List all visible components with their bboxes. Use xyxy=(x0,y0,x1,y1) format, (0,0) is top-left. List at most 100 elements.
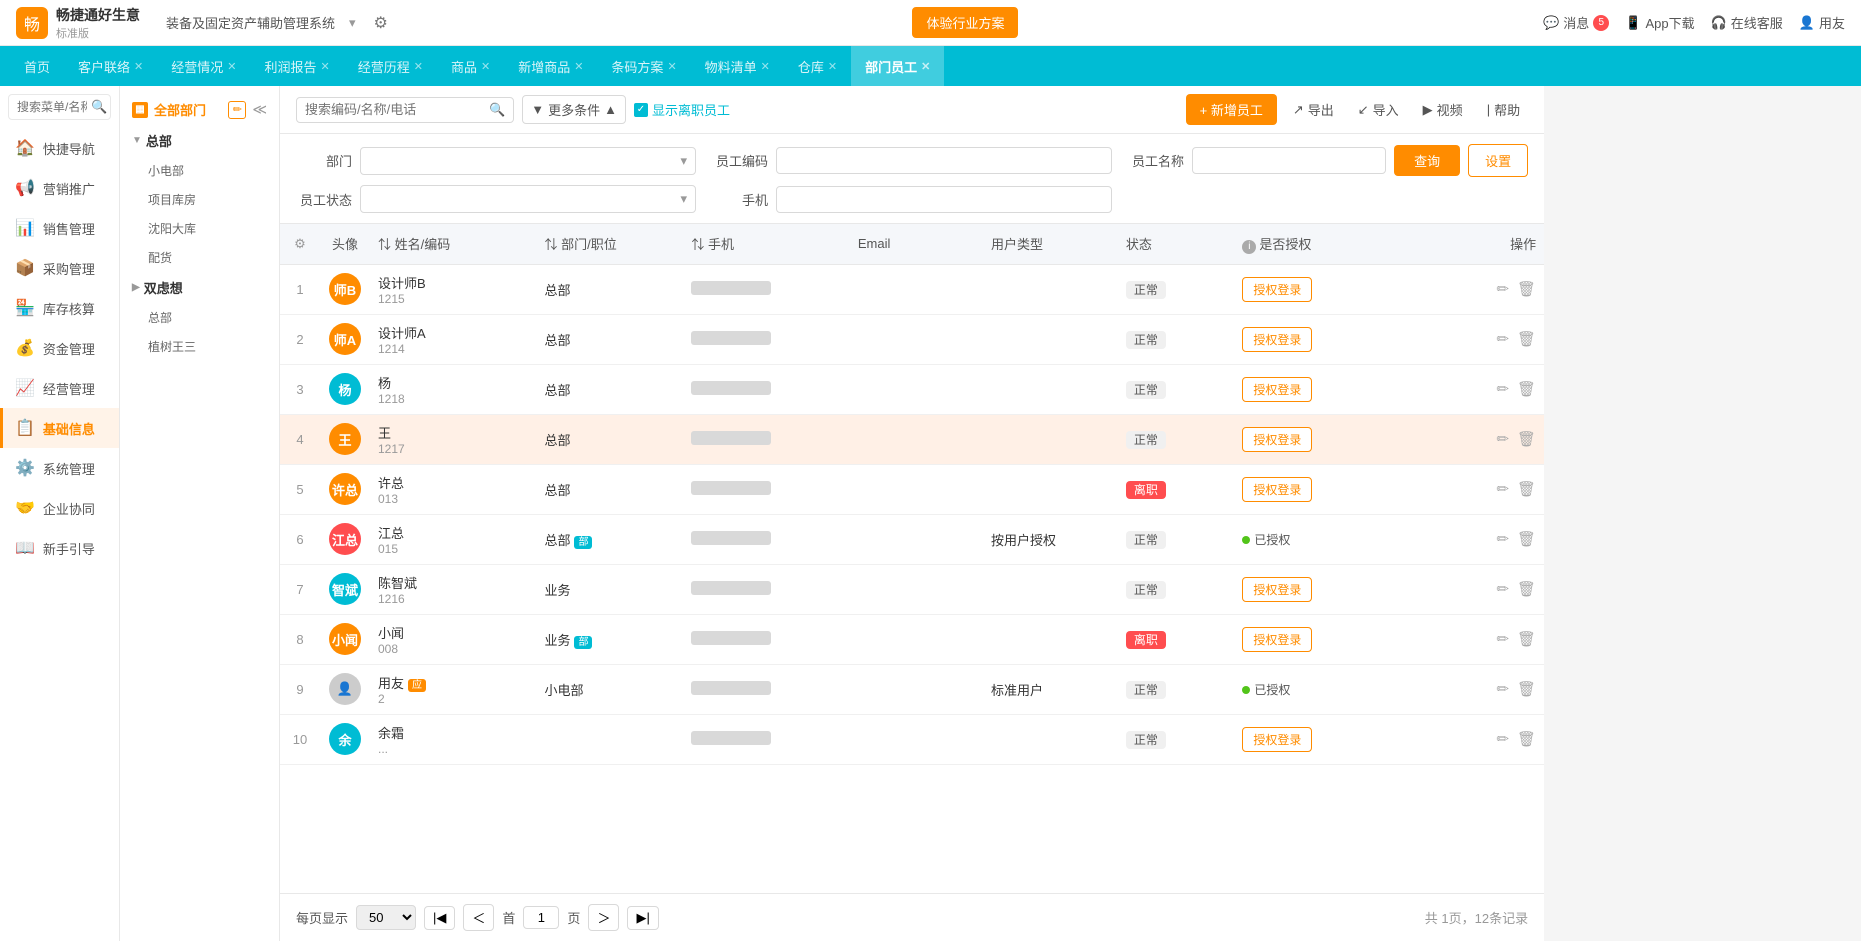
help-button[interactable]: | 帮助 xyxy=(1479,96,1528,123)
dept-item-xiaodian[interactable]: 小电部 xyxy=(120,156,279,185)
nav-tab-dept-staff[interactable]: 部门员工 ✕ xyxy=(851,46,944,86)
delete-icon[interactable]: 🗑 xyxy=(1517,680,1536,698)
sidebar-item-operations[interactable]: 📈 经营管理 xyxy=(0,368,119,408)
nav-tab-goods[interactable]: 商品 ✕ xyxy=(437,46,504,86)
app-download-area[interactable]: 📱 App下载 xyxy=(1625,13,1694,32)
edit-icon[interactable]: ✏ xyxy=(1496,380,1509,398)
auth-login-button[interactable]: 授权登录 xyxy=(1242,377,1312,402)
page-number-input[interactable] xyxy=(523,906,559,929)
nav-tab-profit[interactable]: 利润报告 ✕ xyxy=(250,46,343,86)
delete-icon[interactable]: 🗑 xyxy=(1517,530,1536,548)
edit-icon[interactable]: ✏ xyxy=(1496,530,1509,548)
next-page-button[interactable]: ＞ xyxy=(588,904,619,931)
nav-tab-bom[interactable]: 物料清单 ✕ xyxy=(691,46,784,86)
edit-icon[interactable]: ✏ xyxy=(1496,680,1509,698)
page-size-select[interactable]: 50 20 100 xyxy=(356,905,416,930)
search-button[interactable]: 查询 xyxy=(1394,145,1460,176)
auth-login-button[interactable]: 授权登录 xyxy=(1242,327,1312,352)
sidebar-item-inventory[interactable]: 🏪 库存核算 xyxy=(0,288,119,328)
sidebar-item-purchase[interactable]: 📦 采购管理 xyxy=(0,248,119,288)
export-button[interactable]: ↗ 导出 xyxy=(1285,96,1342,123)
dept-item-zongbu[interactable]: 总部 xyxy=(120,303,279,332)
close-icon[interactable]: ✕ xyxy=(321,60,330,73)
sort-icon[interactable]: ⇅ xyxy=(378,237,391,252)
empcode-filter-input[interactable] xyxy=(776,147,1112,174)
nav-tab-warehouse[interactable]: 仓库 ✕ xyxy=(784,46,851,86)
delete-icon[interactable]: 🗑 xyxy=(1517,630,1536,648)
nav-tab-home[interactable]: 首页 xyxy=(10,46,64,86)
nav-tab-customer[interactable]: 客户联络 ✕ xyxy=(64,46,157,86)
delete-icon[interactable]: 🗑 xyxy=(1517,280,1536,298)
online-service-area[interactable]: 🎧 在线客服 xyxy=(1711,13,1783,32)
phone-filter-input[interactable] xyxy=(776,186,1112,213)
nav-tab-new-goods[interactable]: 新增商品 ✕ xyxy=(504,46,597,86)
gear-settings-icon[interactable]: ⚙ xyxy=(374,13,388,33)
dept-item-zhishu[interactable]: 植树王三 xyxy=(120,332,279,361)
delete-icon[interactable]: 🗑 xyxy=(1517,430,1536,448)
sidebar-item-guide[interactable]: 📖 新手引导 xyxy=(0,528,119,568)
edit-icon[interactable]: ✏ xyxy=(1496,730,1509,748)
close-icon[interactable]: ✕ xyxy=(227,60,236,73)
last-page-button[interactable]: ▶| xyxy=(627,906,658,930)
add-employee-button[interactable]: + 新增员工 xyxy=(1186,94,1277,125)
try-industry-button[interactable]: 体验行业方案 xyxy=(912,7,1018,38)
edit-icon[interactable]: ✏ xyxy=(1496,280,1509,298)
nav-tab-barcode[interactable]: 条码方案 ✕ xyxy=(597,46,690,86)
prev-page-button[interactable]: ＜ xyxy=(463,904,494,931)
dept-item-shenyang[interactable]: 沈阳大库 xyxy=(120,214,279,243)
dept-edit-icon[interactable]: ✏ xyxy=(228,101,246,119)
close-icon[interactable]: ✕ xyxy=(828,60,837,73)
search-input[interactable] xyxy=(305,102,485,117)
sidebar-item-collab[interactable]: 🤝 企业协同 xyxy=(0,488,119,528)
dept-group-headquarters[interactable]: ▼ 总部 xyxy=(120,125,279,156)
sidebar-item-basicinfo[interactable]: 📋 基础信息 xyxy=(0,408,119,448)
edit-icon[interactable]: ✏ xyxy=(1496,330,1509,348)
more-filter-button[interactable]: ▼ 更多条件 ▲ xyxy=(522,95,626,124)
close-icon[interactable]: ✕ xyxy=(921,60,930,73)
empname-filter-input[interactable] xyxy=(1192,147,1386,174)
edit-icon[interactable]: ✏ xyxy=(1496,580,1509,598)
close-icon[interactable]: ✕ xyxy=(414,60,423,73)
dropdown-arrow-icon[interactable]: ▾ xyxy=(349,15,356,31)
delete-icon[interactable]: 🗑 xyxy=(1517,580,1536,598)
close-icon[interactable]: ✕ xyxy=(134,60,143,73)
message-icon-area[interactable]: 💬 消息 5 xyxy=(1543,13,1609,32)
close-icon[interactable]: ✕ xyxy=(574,60,583,73)
edit-icon[interactable]: ✏ xyxy=(1496,430,1509,448)
dept-group-doublelv[interactable]: ▶ 双虑想 xyxy=(120,272,279,303)
show-resign-checkbox[interactable]: ✓ 显示离职员工 xyxy=(634,100,730,119)
dept-item-distribution[interactable]: 配货 xyxy=(120,243,279,272)
close-icon[interactable]: ✕ xyxy=(481,60,490,73)
auth-login-button[interactable]: 授权登录 xyxy=(1242,477,1312,502)
dept-item-project[interactable]: 项目库房 xyxy=(120,185,279,214)
edit-icon[interactable]: ✏ xyxy=(1496,480,1509,498)
delete-icon[interactable]: 🗑 xyxy=(1517,730,1536,748)
nav-tab-history[interactable]: 经营历程 ✕ xyxy=(344,46,437,86)
dept-collapse-icon[interactable]: ≪ xyxy=(252,101,267,119)
nav-tab-operation[interactable]: 经营情况 ✕ xyxy=(157,46,250,86)
settings-icon[interactable]: ⚙ xyxy=(294,236,306,251)
auth-login-button[interactable]: 授权登录 xyxy=(1242,427,1312,452)
sidebar-item-quicknav[interactable]: 🏠 快捷导航 xyxy=(0,128,119,168)
view-button[interactable]: ▶ 视频 xyxy=(1415,96,1471,123)
first-page-button[interactable]: |◀ xyxy=(424,906,455,930)
dept-filter-select[interactable]: ▾ xyxy=(360,147,696,175)
sidebar-item-marketing[interactable]: 📢 营销推广 xyxy=(0,168,119,208)
close-icon[interactable]: ✕ xyxy=(667,60,676,73)
auth-login-button[interactable]: 授权登录 xyxy=(1242,627,1312,652)
delete-icon[interactable]: 🗑 xyxy=(1517,330,1536,348)
sidebar-search-input[interactable] xyxy=(17,100,87,114)
sidebar-item-finance[interactable]: 💰 资金管理 xyxy=(0,328,119,368)
delete-icon[interactable]: 🗑 xyxy=(1517,480,1536,498)
sort-icon[interactable]: ⇅ xyxy=(544,237,557,252)
user-area[interactable]: 👤 用友 xyxy=(1799,13,1845,32)
sidebar-item-sales[interactable]: 📊 销售管理 xyxy=(0,208,119,248)
auth-login-button[interactable]: 授权登录 xyxy=(1242,727,1312,752)
delete-icon[interactable]: 🗑 xyxy=(1517,380,1536,398)
setting-button[interactable]: 设置 xyxy=(1468,144,1528,177)
sidebar-item-system[interactable]: ⚙️ 系统管理 xyxy=(0,448,119,488)
empstatus-filter-select[interactable]: ▾ xyxy=(360,185,696,213)
auth-login-button[interactable]: 授权登录 xyxy=(1242,277,1312,302)
auth-login-button[interactable]: 授权登录 xyxy=(1242,577,1312,602)
edit-icon[interactable]: ✏ xyxy=(1496,630,1509,648)
